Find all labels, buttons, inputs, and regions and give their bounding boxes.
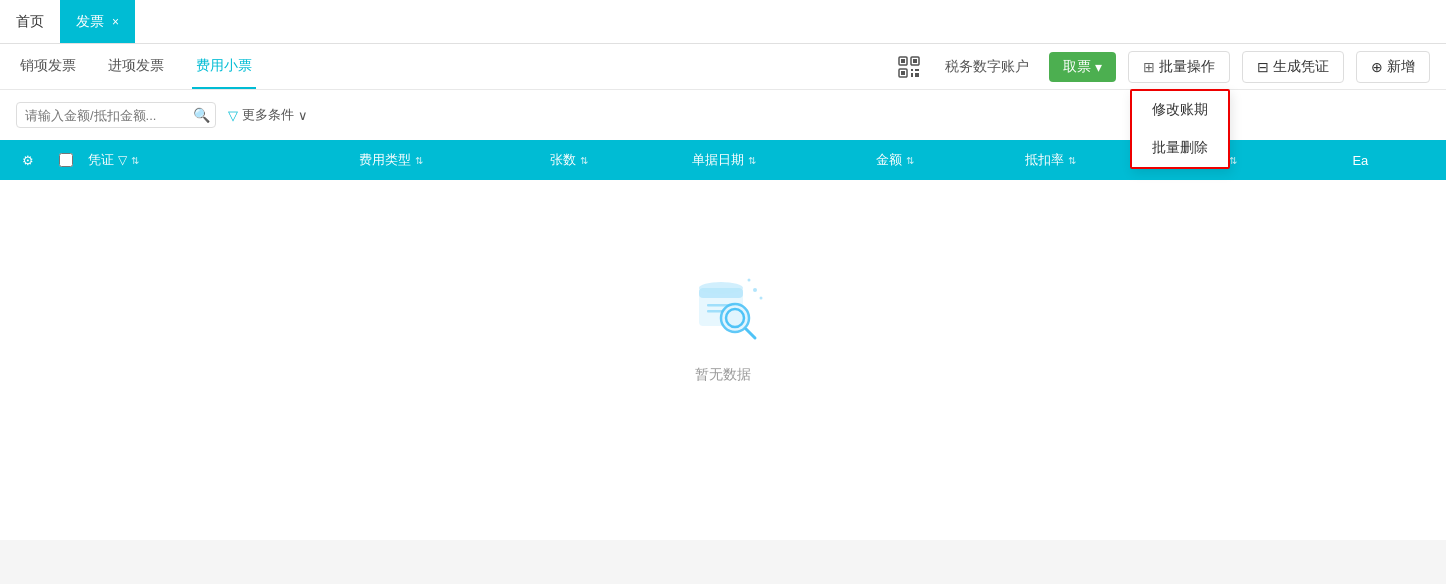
add-new-label: 新增 (1387, 58, 1415, 76)
filter-funnel-icon: ▽ (228, 108, 238, 123)
th-expense-type-label: 费用类型 (359, 151, 411, 169)
th-amount-label: 金额 (876, 151, 902, 169)
th-deduct-amount-sort-icon[interactable]: ⇅ (1229, 155, 1237, 166)
dropdown-item-edit-period[interactable]: 修改账期 (1132, 91, 1228, 129)
th-count-label: 张数 (550, 151, 576, 169)
tab-sales-invoice[interactable]: 销项发票 (16, 44, 80, 89)
sub-tabs-bar: 销项发票 进项发票 费用小票 税务数字账户 (0, 44, 1446, 90)
th-expense-type: 费用类型 ⇅ (274, 151, 507, 169)
dropdown-item-batch-delete[interactable]: 批量删除 (1132, 129, 1228, 167)
tax-digital-account-button[interactable]: 税务数字账户 (937, 54, 1037, 80)
th-date-label: 单据日期 (692, 151, 744, 169)
generate-icon: ⊟ (1257, 59, 1269, 75)
svg-rect-7 (911, 73, 913, 77)
search-input-wrap[interactable]: 🔍 (16, 102, 216, 128)
th-count: 张数 ⇅ (507, 151, 631, 169)
settings-icon: ⚙ (22, 153, 34, 168)
take-ticket-button[interactable]: 取票 ▾ (1049, 52, 1116, 82)
svg-point-19 (760, 297, 763, 300)
th-expense-type-sort-icon[interactable]: ⇅ (415, 155, 423, 166)
generate-voucher-button[interactable]: ⊟ 生成凭证 (1242, 51, 1344, 83)
search-icon[interactable]: 🔍 (193, 107, 210, 123)
th-amount: 金额 ⇅ (817, 151, 972, 169)
take-ticket-label: 取票 (1063, 58, 1091, 76)
nav-tab-label: 发票 (76, 13, 104, 31)
th-voucher-label: 凭证 (88, 151, 114, 169)
th-date-sort-icon[interactable]: ⇅ (748, 155, 756, 166)
batch-dropdown-menu: 修改账期 批量删除 (1130, 89, 1230, 169)
take-ticket-dropdown-icon: ▾ (1095, 59, 1102, 75)
top-nav: 首页 发票 × (0, 0, 1446, 44)
batch-icon: ⊞ (1143, 59, 1155, 75)
add-new-button[interactable]: ⊕ 新增 (1356, 51, 1430, 83)
th-extra: Ea (1283, 153, 1438, 168)
sub-tabs-right: 税务数字账户 取票 ▾ ⊞ 批量操作 修改账期 批量删除 ⊟ 生成凭证 ⊕ 新增 (893, 51, 1430, 83)
th-voucher-sort-icon[interactable]: ⇅ (131, 155, 139, 166)
empty-text: 暂无数据 (695, 366, 751, 384)
svg-rect-3 (913, 59, 917, 63)
tab-input-invoice[interactable]: 进项发票 (104, 44, 168, 89)
svg-rect-8 (915, 69, 919, 71)
svg-line-17 (746, 329, 755, 338)
svg-rect-12 (699, 288, 743, 298)
th-voucher: 凭证 ▽ ⇅ (84, 151, 274, 169)
add-icon: ⊕ (1371, 59, 1383, 75)
search-input[interactable] (25, 108, 193, 123)
nav-tab-invoice[interactable]: 发票 × (60, 0, 135, 43)
th-extra-label: Ea (1352, 153, 1368, 168)
tab-expense-ticket[interactable]: 费用小票 (192, 44, 256, 89)
more-filter-label: 更多条件 (242, 106, 294, 124)
select-all-checkbox[interactable] (59, 153, 73, 167)
generate-voucher-label: 生成凭证 (1273, 58, 1329, 76)
th-settings[interactable]: ⚙ (8, 153, 48, 168)
filter-dropdown-icon: ∨ (298, 108, 308, 123)
svg-rect-9 (915, 73, 919, 77)
th-deduct-rate: 抵扣率 ⇅ (972, 151, 1127, 169)
qr-code-button[interactable] (893, 51, 925, 83)
th-deduct-rate-sort-icon[interactable]: ⇅ (1068, 155, 1076, 166)
svg-rect-6 (911, 69, 913, 71)
nav-home[interactable]: 首页 (0, 0, 60, 43)
th-checkbox[interactable] (48, 153, 84, 167)
nav-tab-close[interactable]: × (112, 15, 119, 29)
th-deduct-rate-label: 抵扣率 (1025, 151, 1064, 169)
batch-operation-button[interactable]: ⊞ 批量操作 (1128, 51, 1230, 83)
batch-operation-wrap: ⊞ 批量操作 修改账期 批量删除 (1128, 51, 1230, 83)
more-filter-button[interactable]: ▽ 更多条件 ∨ (228, 106, 308, 124)
svg-rect-1 (901, 59, 905, 63)
sub-tabs-left: 销项发票 进项发票 费用小票 (16, 44, 256, 89)
empty-state: 暂无数据 (0, 180, 1446, 424)
content-area: ⚙ 凭证 ▽ ⇅ 费用类型 ⇅ 张数 ⇅ 单据日期 ⇅ 金额 ⇅ 抵扣率 ⇅ (0, 140, 1446, 540)
th-amount-sort-icon[interactable]: ⇅ (906, 155, 914, 166)
th-count-sort-icon[interactable]: ⇅ (580, 155, 588, 166)
svg-rect-5 (901, 71, 905, 75)
empty-illustration (673, 260, 773, 350)
qr-icon (898, 56, 920, 78)
th-voucher-filter-icon: ▽ (118, 153, 127, 167)
batch-operation-label: 批量操作 (1159, 58, 1215, 76)
svg-point-18 (753, 288, 757, 292)
svg-point-20 (748, 279, 751, 282)
th-date: 单据日期 ⇅ (631, 151, 817, 169)
